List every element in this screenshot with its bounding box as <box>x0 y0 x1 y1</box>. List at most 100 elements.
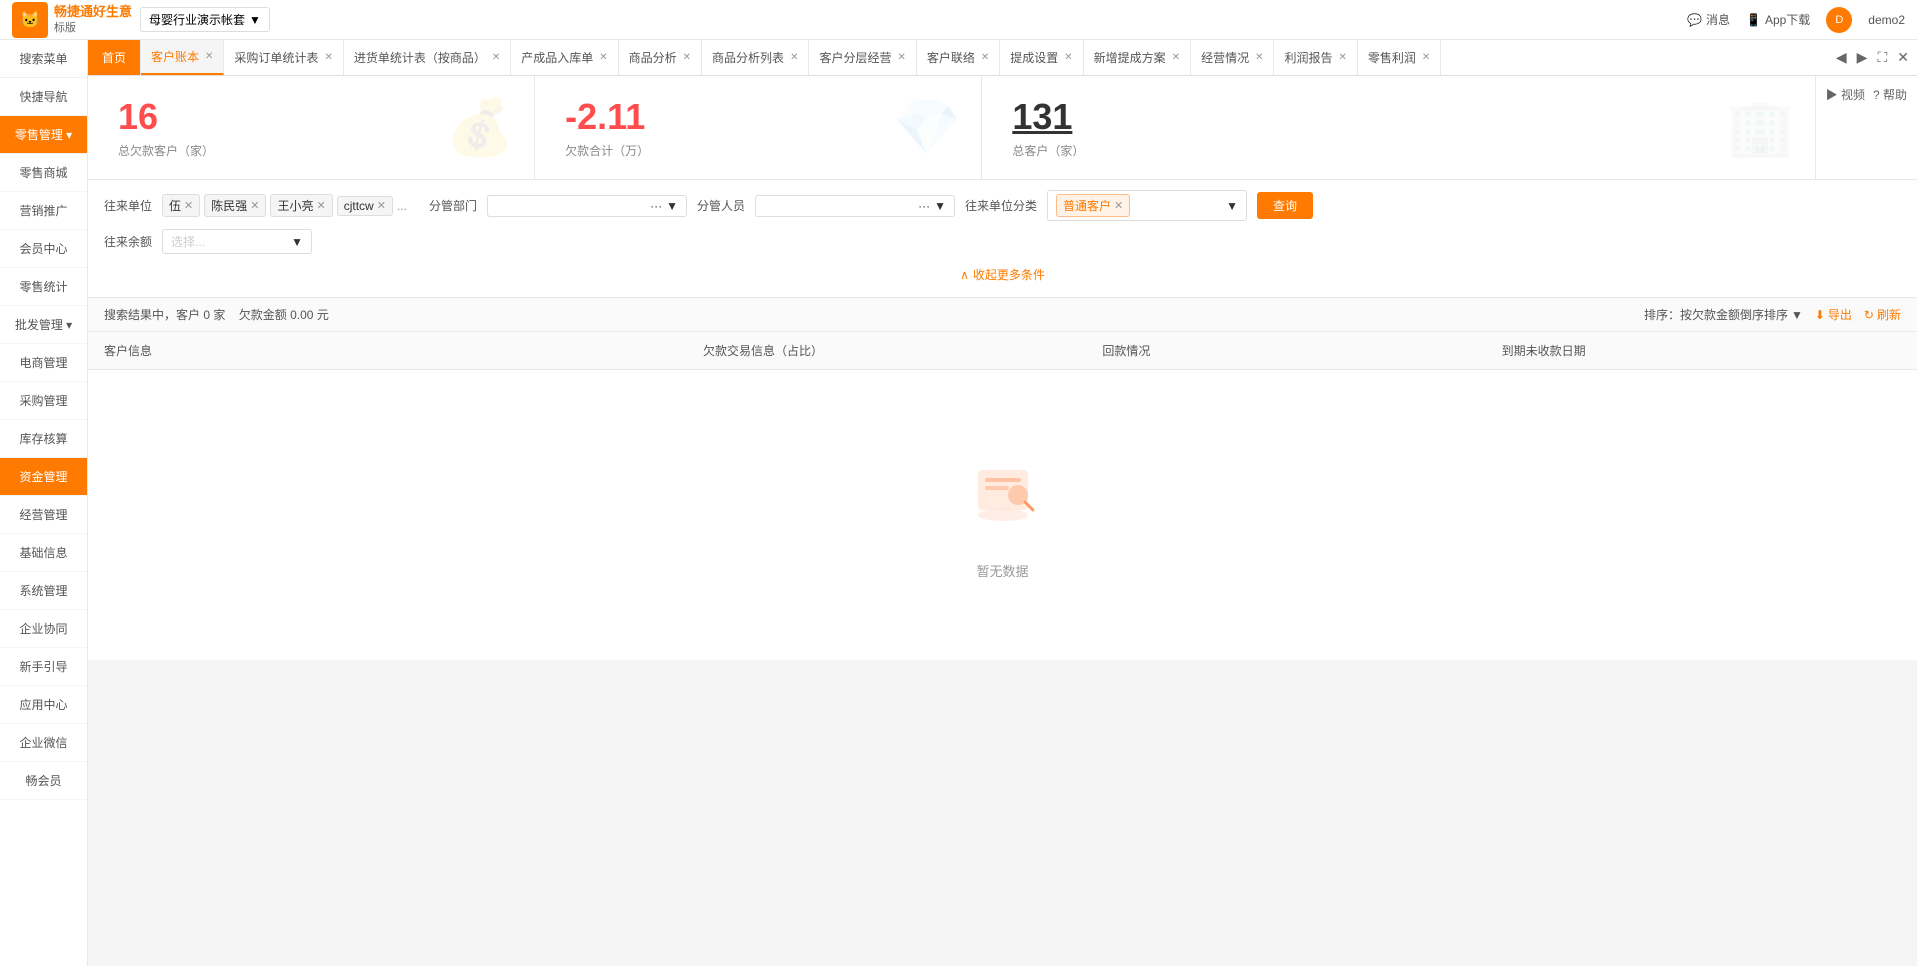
unit-class-tag: 普通客户 ✕ <box>1056 194 1130 217</box>
unit-class-label: 往来单位分类 <box>965 197 1037 214</box>
avatar[interactable]: D <box>1826 7 1852 33</box>
remove-tag-wang[interactable]: ✕ <box>317 199 326 212</box>
unit-tag-chen: 陈民强 ✕ <box>204 194 266 217</box>
tab-business[interactable]: 经营情况 ✕ <box>1191 40 1274 75</box>
close-icon[interactable]: ✕ <box>1255 52 1263 63</box>
stat-card-total: 🏢 131 总客户（家） <box>982 76 1815 179</box>
tab-maximize-btn[interactable]: ⛶ <box>1873 47 1891 68</box>
tab-purchase-order[interactable]: 采购订单统计表 ✕ <box>224 40 343 75</box>
tab-add-commission[interactable]: 新增提成方案 ✕ <box>1084 40 1191 75</box>
sidebar-item-member[interactable]: 会员中心 <box>0 230 87 268</box>
balance-label: 往来余额 <box>104 233 152 250</box>
sidebar-item-retailshop[interactable]: 零售商城 <box>0 154 87 192</box>
close-icon[interactable]: ✕ <box>324 52 332 63</box>
tab-purchase-stat[interactable]: 进货单统计表（按商品） ✕ <box>344 40 511 75</box>
tab-goods-list[interactable]: 商品分析列表 ✕ <box>702 40 809 75</box>
logo-icon: 🐱 <box>12 2 48 38</box>
close-icon[interactable]: ✕ <box>1064 52 1072 63</box>
close-icon[interactable]: ✕ <box>1422 52 1430 63</box>
close-icon[interactable]: ✕ <box>599 52 607 63</box>
unit-filter-label: 往来单位 <box>104 197 152 214</box>
sidebar-item-wholesale[interactable]: 批发管理 ▾ <box>0 306 87 344</box>
remove-tag-wu[interactable]: ✕ <box>184 199 193 212</box>
logo-text: 畅捷通好生意 标版 <box>54 4 132 35</box>
tab-close-all-btn[interactable]: ✕ <box>1893 47 1913 68</box>
sidebar-item-vip[interactable]: 畅会员 <box>0 762 87 800</box>
th-debt-info: 欠款交易信息（占比） <box>703 342 1102 359</box>
person-more-icon: ··· <box>918 199 930 213</box>
tab-customer-seg[interactable]: 客户分层经营 ✕ <box>809 40 916 75</box>
refresh-btn[interactable]: ↻ 刷新 <box>1864 306 1901 323</box>
close-icon[interactable]: ✕ <box>1172 52 1180 63</box>
filter-row-1: 往来单位 伍 ✕ 陈民强 ✕ 王小亮 ✕ <box>104 190 1901 221</box>
close-icon[interactable]: ✕ <box>492 52 500 63</box>
result-bar: 搜索结果中，客户 0 家 欠款金额 0.00 元 排序：按欠款金额倒序排序 ▼ … <box>88 298 1917 332</box>
top-bar-right: 💬 消息 📱 App下载 D demo2 <box>1687 7 1905 33</box>
sidebar-item-corp[interactable]: 企业协同 <box>0 610 87 648</box>
sidebar-item-operations[interactable]: 经营管理 <box>0 496 87 534</box>
unit-class-chevron: ▼ <box>1226 199 1238 213</box>
sidebar-item-ecommerce[interactable]: 电商管理 <box>0 344 87 382</box>
stat-label-customers: 总欠款客户（家） <box>118 142 214 159</box>
chevron-up-icon: ∧ <box>960 268 969 282</box>
app-download-btn[interactable]: 📱 App下载 <box>1746 11 1810 28</box>
sidebar-item-quicknav[interactable]: 快捷导航 <box>0 78 87 116</box>
sidebar-item-search[interactable]: 搜索菜单 <box>0 40 87 78</box>
unit-class-select[interactable]: 普通客户 ✕ ▼ <box>1047 190 1247 221</box>
sidebar-item-marketing[interactable]: 营销推广 <box>0 192 87 230</box>
close-icon[interactable]: ✕ <box>1339 52 1347 63</box>
tab-retail-profit[interactable]: 零售利润 ✕ <box>1358 40 1441 75</box>
tab-customer-contact[interactable]: 客户联络 ✕ <box>917 40 1000 75</box>
unit-tag-wang: 王小亮 ✕ <box>270 194 332 217</box>
tab-customer-ledger[interactable]: 客户账本 ✕ <box>141 40 224 75</box>
tab-goods-analysis[interactable]: 商品分析 ✕ <box>619 40 702 75</box>
tab-profit[interactable]: 利润报告 ✕ <box>1274 40 1357 75</box>
help-btns: ▶ 视频 ? 帮助 <box>1816 76 1917 113</box>
close-icon[interactable]: ✕ <box>205 51 213 62</box>
export-btn[interactable]: ⬇ 导出 <box>1815 306 1852 323</box>
stat-value-total: 131 <box>1012 96 1084 138</box>
main-layout: 搜索菜单 快捷导航 零售管理 ▾ 零售商城 营销推广 会员中心 零售统计 批发管… <box>0 40 1917 966</box>
collapse-btn[interactable]: ∧ 收起更多条件 <box>104 262 1901 287</box>
sidebar-item-purchase[interactable]: 采购管理 <box>0 382 87 420</box>
tab-home[interactable]: 首页 <box>88 40 141 75</box>
sort-label: 排序：按欠款金额倒序排序 <box>1644 306 1788 323</box>
sidebar-item-inventory[interactable]: 库存核算 <box>0 420 87 458</box>
dept-select[interactable]: ··· ▼ <box>487 195 687 217</box>
sort-btn[interactable]: 排序：按欠款金额倒序排序 ▼ <box>1644 306 1803 323</box>
video-btn[interactable]: ▶ 视频 <box>1826 86 1865 103</box>
top-bar: 🐱 畅捷通好生意 标版 母婴行业演示帐套 ▼ 💬 消息 📱 App下载 D de… <box>0 0 1917 40</box>
empty-state: 暂无数据 <box>88 370 1917 660</box>
person-chevron: ▼ <box>934 199 946 213</box>
sidebar-item-system[interactable]: 系统管理 <box>0 572 87 610</box>
stat-label-total: 总客户（家） <box>1012 142 1084 159</box>
more-tags-btn[interactable]: ... <box>397 199 407 213</box>
remove-tag-chen[interactable]: ✕ <box>250 199 259 212</box>
sidebar-item-capital[interactable]: 资金管理 <box>0 458 87 496</box>
person-filter-label: 分管人员 <box>697 197 745 214</box>
close-icon[interactable]: ✕ <box>897 52 905 63</box>
logo-area: 🐱 畅捷通好生意 标版 <box>12 2 132 38</box>
message-btn[interactable]: 💬 消息 <box>1687 11 1730 28</box>
help-btn[interactable]: ? 帮助 <box>1873 86 1907 103</box>
sidebar-item-retailstat[interactable]: 零售统计 <box>0 268 87 306</box>
search-button[interactable]: 查询 <box>1257 192 1313 219</box>
close-icon[interactable]: ✕ <box>683 52 691 63</box>
person-select[interactable]: ··· ▼ <box>755 195 955 217</box>
remove-unit-class[interactable]: ✕ <box>1114 199 1123 212</box>
account-dropdown[interactable]: 母婴行业演示帐套 ▼ <box>140 7 270 32</box>
close-icon[interactable]: ✕ <box>981 52 989 63</box>
tab-finished-goods[interactable]: 产成品入库单 ✕ <box>511 40 618 75</box>
sidebar-item-basicinfo[interactable]: 基础信息 <box>0 534 87 572</box>
tab-next-btn[interactable]: ▶ <box>1853 47 1872 68</box>
remove-tag-cjttcw[interactable]: ✕ <box>377 199 386 212</box>
stat-bg-icon-customers: 💰 <box>446 95 514 160</box>
balance-select[interactable]: 选择... ▼ <box>162 229 312 254</box>
tab-prev-btn[interactable]: ◀ <box>1832 47 1851 68</box>
tab-commission-settings[interactable]: 提成设置 ✕ <box>1000 40 1083 75</box>
sidebar-item-retail[interactable]: 零售管理 ▾ <box>0 116 87 154</box>
sidebar-item-wechat[interactable]: 企业微信 <box>0 724 87 762</box>
close-icon[interactable]: ✕ <box>790 52 798 63</box>
sidebar-item-appcenter[interactable]: 应用中心 <box>0 686 87 724</box>
sidebar-item-guide[interactable]: 新手引导 <box>0 648 87 686</box>
